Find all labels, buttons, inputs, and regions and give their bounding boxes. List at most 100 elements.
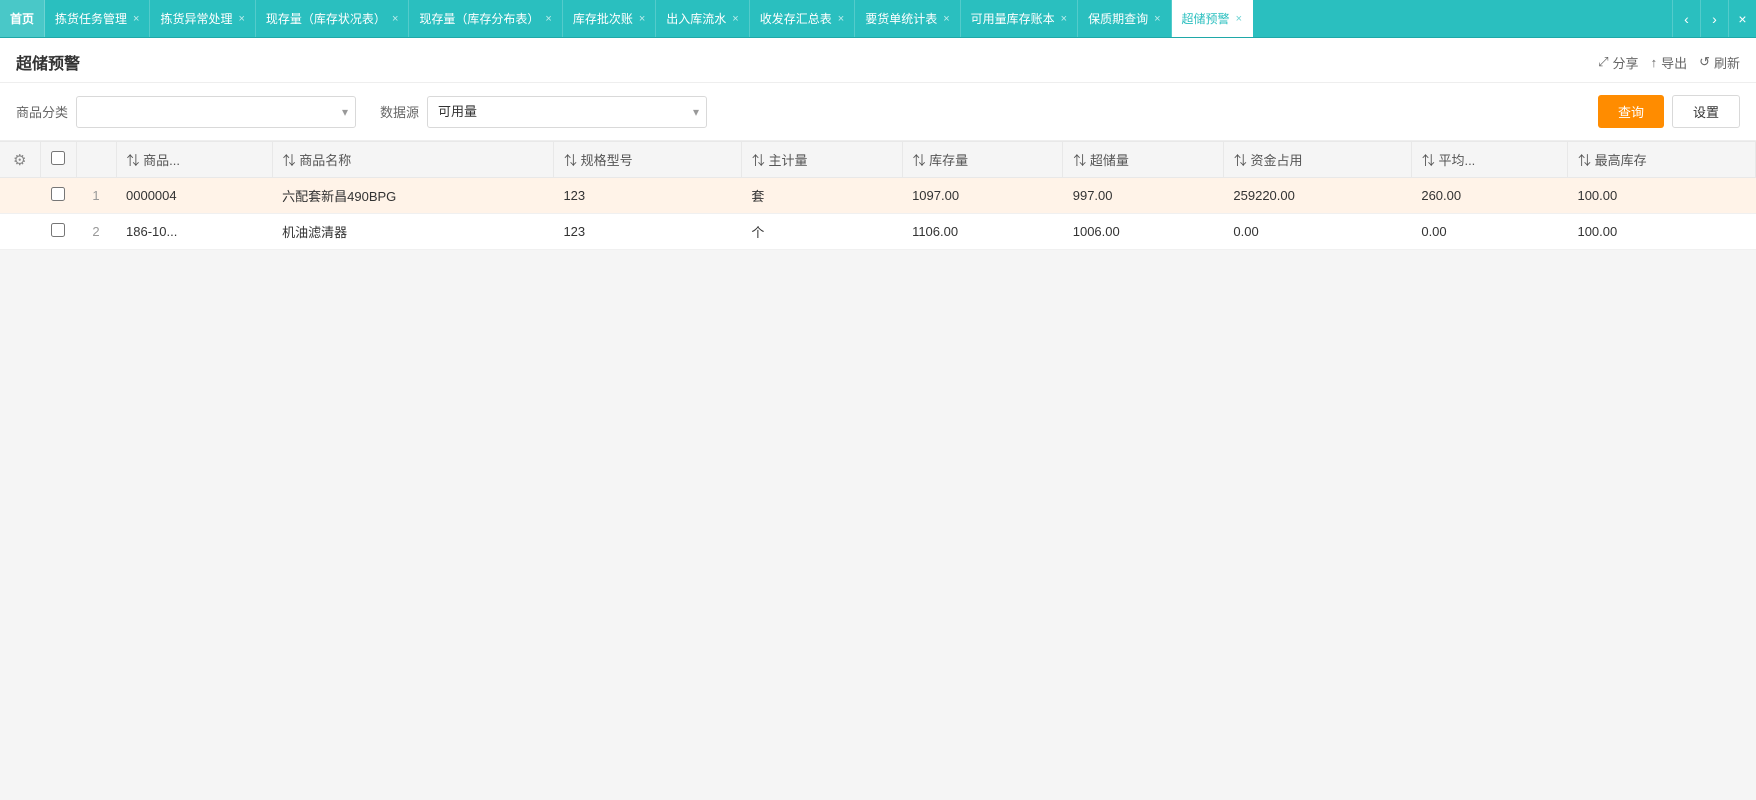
select-all-checkbox[interactable] (51, 151, 65, 165)
tab-label: 拣货任务管理 (55, 10, 127, 27)
close-icon[interactable]: × (1236, 13, 1242, 25)
row-spec: 123 (553, 214, 741, 250)
close-icon[interactable]: × (838, 13, 844, 25)
refresh-icon: ↺ (1699, 54, 1710, 70)
nav-tab-home[interactable]: 首页 (0, 0, 45, 38)
page-container: 超储预警 ⤢ 分享 ↑ 导出 ↺ 刷新 商品分类 (0, 38, 1756, 250)
col-product-code-label: ⇅ 商品... (127, 153, 180, 168)
col-capital[interactable]: ⇅ 资金占用 (1223, 142, 1411, 178)
tab-label: 保质期查询 (1088, 10, 1148, 27)
tab-label: 现存量（库存状况表） (266, 10, 386, 27)
nav-tab-inventory-dist[interactable]: 现存量（库存分布表） × (409, 0, 562, 38)
col-overstock-label: ⇅ 超储量 (1073, 153, 1129, 168)
row-product-code: 0000004 (116, 178, 272, 214)
product-category-wrapper (76, 96, 356, 128)
refresh-label: 刷新 (1714, 53, 1740, 72)
nav-tab-available-account[interactable]: 可用量库存账本 × (961, 0, 1078, 38)
row-checkbox[interactable] (51, 187, 65, 201)
tab-label: 出入库流水 (666, 10, 726, 27)
nav-tab-overstock-warning[interactable]: 超储预警 × (1172, 0, 1253, 38)
col-gear: ⚙ (0, 142, 40, 178)
product-category-group: 商品分类 (16, 96, 356, 128)
share-icon: ⤢ (1598, 54, 1608, 70)
nav-tab-task-mgmt[interactable]: 拣货任务管理 × (45, 0, 150, 38)
row-overstock: 997.00 (1063, 178, 1224, 214)
col-overstock[interactable]: ⇅ 超储量 (1063, 142, 1224, 178)
close-icon[interactable]: × (545, 13, 551, 25)
close-icon[interactable]: × (392, 13, 398, 25)
row-avg: 0.00 (1411, 214, 1567, 250)
product-category-label: 商品分类 (16, 102, 68, 121)
close-icon[interactable]: × (133, 13, 139, 25)
col-spec-label: ⇅ 规格型号 (564, 153, 633, 168)
col-max-stock[interactable]: ⇅ 最高库存 (1567, 142, 1755, 178)
col-avg[interactable]: ⇅ 平均... (1411, 142, 1567, 178)
row-max-stock: 100.00 (1567, 214, 1755, 250)
row-product-name: 机油滤清器 (272, 214, 553, 250)
row-stock: 1097.00 (902, 178, 1063, 214)
row-avg: 260.00 (1411, 178, 1567, 214)
query-button[interactable]: 查询 (1598, 95, 1664, 128)
nav-tab-expiry-check[interactable]: 保质期查询 × (1078, 0, 1171, 38)
row-product-code: 186-10... (116, 214, 272, 250)
home-label: 首页 (10, 10, 34, 27)
share-link[interactable]: ⤢ 分享 (1598, 53, 1638, 72)
col-max-stock-label: ⇅ 最高库存 (1578, 153, 1647, 168)
table-container: ⚙ ⇅ 商品... ⇅ 商品名称 ⇅ 规格型号 (0, 141, 1756, 250)
nav-tab-in-out-flow[interactable]: 出入库流水 × (656, 0, 749, 38)
col-product-name-label: ⇅ 商品名称 (283, 153, 352, 168)
filter-actions: 查询 设置 (1598, 95, 1740, 128)
col-product-code[interactable]: ⇅ 商品... (116, 142, 272, 178)
row-number: 2 (76, 214, 116, 250)
nav-tab-batch-account[interactable]: 库存批次账 × (563, 0, 656, 38)
row-checkbox-cell[interactable] (40, 214, 76, 250)
col-avg-label: ⇅ 平均... (1422, 153, 1475, 168)
row-gear-cell (0, 214, 40, 250)
nav-tab-abnormal-proc[interactable]: 拣货异常处理 × (150, 0, 255, 38)
table-row: 2 186-10... 机油滤清器 123 个 1106.00 1006.00 … (0, 214, 1756, 250)
close-icon[interactable]: × (238, 13, 244, 25)
gear-settings-icon[interactable]: ⚙ (13, 152, 26, 169)
col-product-name[interactable]: ⇅ 商品名称 (272, 142, 553, 178)
close-icon[interactable]: × (732, 13, 738, 25)
row-stock: 1106.00 (902, 214, 1063, 250)
row-checkbox[interactable] (51, 223, 65, 237)
row-capital: 259220.00 (1223, 178, 1411, 214)
row-number: 1 (76, 178, 116, 214)
row-product-name: 六配套新昌490BPG (272, 178, 553, 214)
nav-tab-inventory-status[interactable]: 现存量（库存状况表） × (256, 0, 409, 38)
col-unit[interactable]: ⇅ 主计量 (741, 142, 902, 178)
col-unit-label: ⇅ 主计量 (752, 153, 808, 168)
col-capital-label: ⇅ 资金占用 (1234, 153, 1303, 168)
close-icon[interactable]: × (1154, 13, 1160, 25)
close-icon[interactable]: × (1061, 13, 1067, 25)
product-category-select[interactable] (76, 96, 356, 128)
nav-tab-order-stats[interactable]: 要货单统计表 × (855, 0, 960, 38)
col-stock-label: ⇅ 库存量 (913, 153, 969, 168)
data-source-group: 数据源 可用量 库存量 (380, 96, 707, 128)
nav-prev-button[interactable]: ‹ (1672, 0, 1700, 38)
row-checkbox-cell[interactable] (40, 178, 76, 214)
data-source-select[interactable]: 可用量 库存量 (427, 96, 707, 128)
tab-label: 要货单统计表 (865, 10, 937, 27)
top-nav: 首页 拣货任务管理 × 拣货异常处理 × 现存量（库存状况表） × 现存量（库存… (0, 0, 1756, 38)
page-header: 超储预警 ⤢ 分享 ↑ 导出 ↺ 刷新 (0, 38, 1756, 83)
table-row: 1 0000004 六配套新昌490BPG 123 套 1097.00 997.… (0, 178, 1756, 214)
close-icon[interactable]: × (943, 13, 949, 25)
header-actions: ⤢ 分享 ↑ 导出 ↺ 刷新 (1598, 53, 1740, 72)
tab-label: 现存量（库存分布表） (419, 10, 539, 27)
nav-tab-collect-summary[interactable]: 收发存汇总表 × (750, 0, 855, 38)
tab-label: 超储预警 (1182, 10, 1230, 27)
settings-button[interactable]: 设置 (1672, 95, 1740, 128)
close-icon[interactable]: × (639, 13, 645, 25)
nav-close-button[interactable]: × (1728, 0, 1756, 38)
refresh-link[interactable]: ↺ 刷新 (1699, 53, 1740, 72)
export-link[interactable]: ↑ 导出 (1651, 53, 1688, 72)
tab-label: 库存批次账 (573, 10, 633, 27)
col-stock[interactable]: ⇅ 库存量 (902, 142, 1063, 178)
row-gear-cell (0, 178, 40, 214)
col-spec[interactable]: ⇅ 规格型号 (553, 142, 741, 178)
row-capital: 0.00 (1223, 214, 1411, 250)
nav-next-button[interactable]: › (1700, 0, 1728, 38)
row-unit: 套 (741, 178, 902, 214)
